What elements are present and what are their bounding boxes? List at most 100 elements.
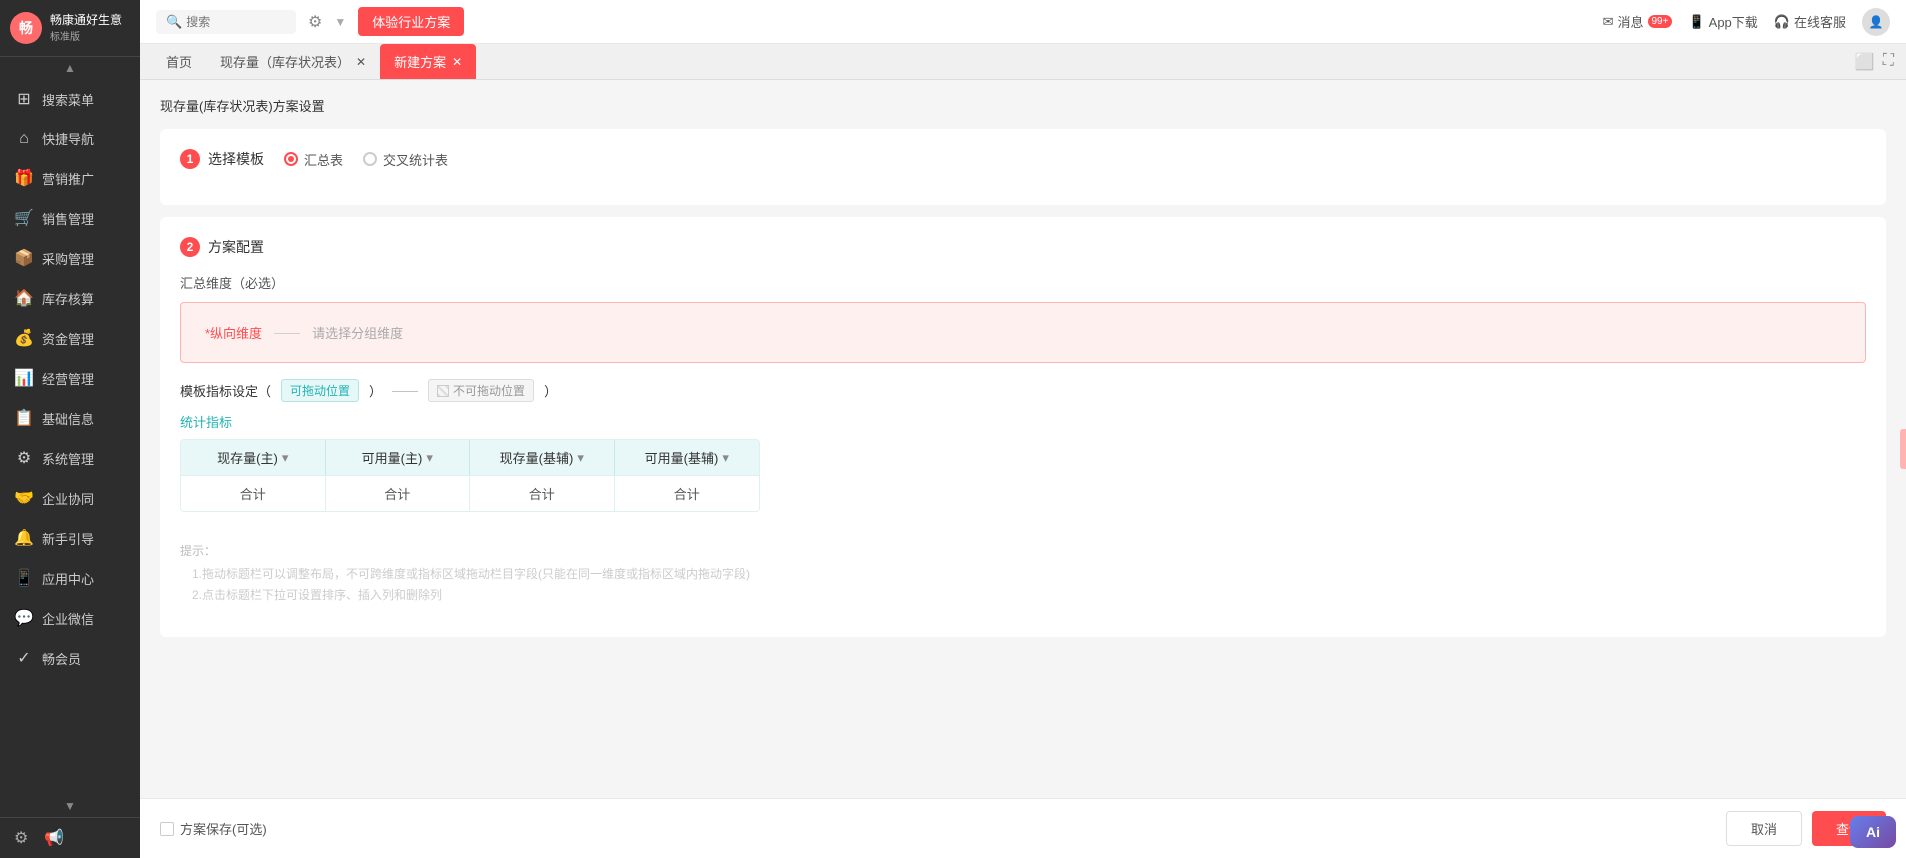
sales-icon: 🛒	[14, 208, 34, 228]
save-option[interactable]: 方案保存(可选)	[160, 819, 267, 838]
search-input[interactable]	[186, 15, 266, 29]
trial-button[interactable]: 体验行业方案	[358, 7, 464, 36]
sidebar-item-wechat[interactable]: 💬 企业微信	[0, 598, 140, 638]
radio-summary[interactable]: 汇总表	[284, 150, 343, 169]
ai-fab-button[interactable]: Ai	[1850, 816, 1896, 848]
new-plan-tab-close[interactable]: ✕	[452, 55, 462, 69]
stat-label: 统计指标	[180, 412, 1866, 431]
guide-icon: 🔔	[14, 528, 34, 548]
inventory-tab-label: 现存量（库存状况表）	[220, 52, 350, 71]
basic-info-icon: 📋	[14, 408, 34, 428]
step2-label: 方案配置	[208, 237, 264, 257]
radio-cross[interactable]: 交叉统计表	[363, 150, 448, 169]
dim-separator: ——	[274, 325, 300, 340]
save-checkbox[interactable]	[160, 822, 174, 836]
cell-1-3: 合计	[470, 476, 615, 511]
step2-badge: 2	[180, 237, 200, 257]
sidebar-item-sales[interactable]: 🛒 销售管理	[0, 198, 140, 238]
sidebar-item-operation[interactable]: 📊 经营管理	[0, 358, 140, 398]
sidebar-item-inventory[interactable]: 🏠 库存核算	[0, 278, 140, 318]
app-download-button[interactable]: 📱 App下载	[1688, 12, 1757, 31]
tab-expand-icon[interactable]: ⛶	[1883, 52, 1894, 72]
user-avatar[interactable]: 👤	[1862, 8, 1890, 36]
tips-box: 提示： 1.拖动标题栏可以调整布局，不可跨维度或指标区域拖动栏目字段(只能在同一…	[180, 532, 1866, 617]
sidebar-item-label: 应用中心	[42, 569, 94, 588]
dim-box[interactable]: *纵向维度 —— 请选择分组维度	[180, 302, 1866, 363]
dim-placeholder: 请选择分组维度	[312, 323, 403, 342]
col-header-4[interactable]: 可用量(基辅) ▾	[615, 440, 760, 475]
sidebar-item-marketing[interactable]: 🎁 营销推广	[0, 158, 140, 198]
col-header-3[interactable]: 现存量(基辅) ▾	[470, 440, 615, 475]
sidebar-nav: ⊞ 搜索菜单 ⌂ 快捷导航 🎁 营销推广 🛒 销售管理 📦 采购管理 🏠 库存核…	[0, 79, 140, 795]
app-center-icon: 📱	[14, 568, 34, 588]
tab-new-plan[interactable]: 新建方案 ✕	[380, 44, 476, 79]
app-download-label: App下载	[1709, 12, 1758, 31]
tab-restore-icon[interactable]: ⬜	[1855, 52, 1875, 72]
cancel-button[interactable]: 取消	[1726, 811, 1802, 846]
sidebar-footer: ⚙ 📢	[0, 817, 140, 858]
inventory-tab-close[interactable]: ✕	[356, 55, 366, 69]
radio-summary-label: 汇总表	[304, 150, 343, 169]
brand-info: 畅康通好生意 标准版	[50, 13, 122, 44]
sidebar-item-search-menu[interactable]: ⊞ 搜索菜单	[0, 79, 140, 119]
page-title: 现存量(库存状况表)方案设置	[160, 96, 1886, 115]
sidebar-item-member[interactable]: ✓ 畅会员	[0, 638, 140, 678]
sidebar-item-label: 新手引导	[42, 529, 94, 548]
step2-header: 2 方案配置	[180, 237, 1866, 257]
indicator-settings-middle: ）	[369, 381, 382, 400]
col3-dropdown-icon[interactable]: ▾	[577, 450, 584, 466]
indicator-separator: ——	[392, 383, 418, 398]
inventory-icon: 🏠	[14, 288, 34, 308]
sidebar-scroll-down[interactable]: ▼	[0, 795, 140, 817]
movable-tag: 可拖动位置	[281, 379, 359, 402]
sidebar-item-app-center[interactable]: 📱 应用中心	[0, 558, 140, 598]
sidebar-item-finance[interactable]: 💰 资金管理	[0, 318, 140, 358]
quick-nav-icon: ⌂	[14, 130, 34, 148]
speaker-icon[interactable]: 📢	[44, 828, 64, 848]
cell-1-1: 合计	[181, 476, 326, 511]
tips-item-1: 1.拖动标题栏可以调整布局，不可跨维度或指标区域拖动栏目字段(只能在同一维度或指…	[180, 565, 1866, 582]
sidebar-item-label: 采购管理	[42, 249, 94, 268]
sidebar-item-system[interactable]: ⚙ 系统管理	[0, 438, 140, 478]
sidebar-item-cooperation[interactable]: 🤝 企业协同	[0, 478, 140, 518]
sidebar-item-label: 畅会员	[42, 649, 81, 668]
topbar-dropdown[interactable]: ▼	[334, 15, 346, 29]
col1-dropdown-icon[interactable]: ▾	[282, 450, 289, 466]
sidebar: 畅 畅康通好生意 标准版 ▲ ⊞ 搜索菜单 ⌂ 快捷导航 🎁 营销推广 🛒 销售…	[0, 0, 140, 858]
brand-sub: 标准版	[50, 28, 122, 43]
stat-table-header: 现存量(主) ▾ 可用量(主) ▾ 现存量(基辅) ▾ 可用量(基辅) ▾	[181, 440, 759, 475]
tips-title: 提示：	[180, 542, 1866, 559]
col2-label: 可用量(主)	[362, 448, 423, 467]
purchase-icon: 📦	[14, 248, 34, 268]
step1-badge: 1	[180, 149, 200, 169]
col-header-1[interactable]: 现存量(主) ▾	[181, 440, 326, 475]
settings-icon[interactable]: ⚙	[14, 828, 28, 848]
cell-1-2: 合计	[326, 476, 471, 511]
message-button[interactable]: ✉ 消息 99+	[1603, 12, 1673, 31]
message-icon: ✉	[1603, 14, 1614, 30]
sidebar-item-basic-info[interactable]: 📋 基础信息	[0, 398, 140, 438]
tab-home[interactable]: 首页	[152, 44, 206, 79]
sidebar-item-quick-nav[interactable]: ⌂ 快捷导航	[0, 119, 140, 158]
content-area: 现存量(库存状况表)方案设置 1 选择模板 汇总表 交叉统计表	[140, 80, 1906, 798]
tab-inventory-status[interactable]: 现存量（库存状况表） ✕	[206, 44, 380, 79]
stat-table: 现存量(主) ▾ 可用量(主) ▾ 现存量(基辅) ▾ 可用量(基辅) ▾	[180, 439, 760, 512]
sidebar-item-purchase[interactable]: 📦 采购管理	[0, 238, 140, 278]
home-tab-label: 首页	[166, 52, 192, 71]
headset-icon: 🎧	[1774, 14, 1790, 30]
radio-cross-label: 交叉统计表	[383, 150, 448, 169]
col-header-2[interactable]: 可用量(主) ▾	[326, 440, 471, 475]
step1-header: 1 选择模板 汇总表 交叉统计表	[180, 149, 1866, 169]
message-label: 消息	[1617, 12, 1643, 31]
main-area: 🔍 ⚙ ▼ 体验行业方案 ✉ 消息 99+ 📱 App下载 🎧 在线客服 👤	[140, 0, 1906, 858]
search-box[interactable]: 🔍	[156, 10, 296, 34]
col4-dropdown-icon[interactable]: ▾	[722, 450, 729, 466]
sidebar-scroll-up[interactable]: ▲	[0, 57, 140, 79]
sidebar-item-label: 快捷导航	[42, 129, 94, 148]
online-service-button[interactable]: 🎧 在线客服	[1774, 12, 1846, 31]
sidebar-item-label: 搜索菜单	[42, 90, 94, 109]
sidebar-item-guide[interactable]: 🔔 新手引导	[0, 518, 140, 558]
col2-dropdown-icon[interactable]: ▾	[426, 450, 433, 466]
save-option-label: 方案保存(可选)	[180, 819, 267, 838]
gear-icon[interactable]: ⚙	[308, 12, 322, 32]
